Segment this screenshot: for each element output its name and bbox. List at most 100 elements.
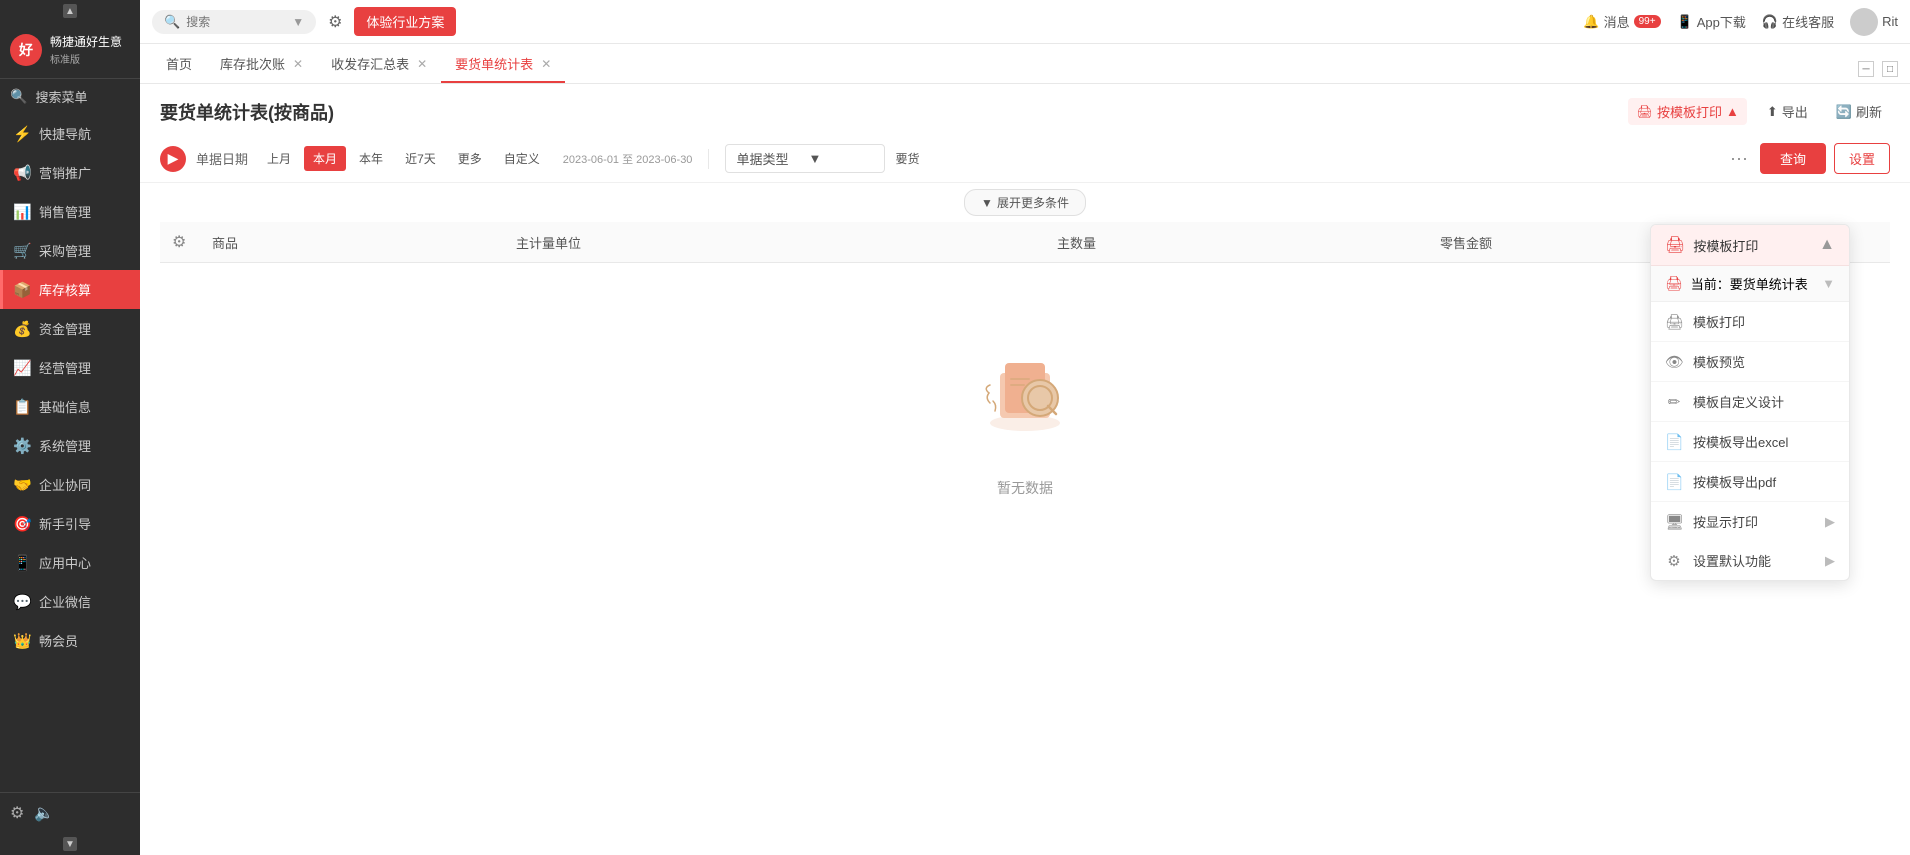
sidebar-label-operations: 经营管理 [39, 358, 91, 377]
topbar-search-input[interactable] [186, 15, 286, 29]
dropdown-item-label-template-print: 模板打印 [1693, 312, 1745, 331]
download-icon: 📱 [1677, 14, 1693, 30]
app-download-label: App下载 [1697, 12, 1746, 31]
tab-close-receipt-summary[interactable]: ✕ [417, 57, 427, 71]
sidebar-icon-finance: 💰 [13, 320, 31, 338]
filter-expand-arrow[interactable]: ▶ [160, 146, 186, 172]
dropdown-item-template-export-pdf[interactable]: 📄 按模板导出pdf [1651, 462, 1849, 502]
order-type-select[interactable]: 单据类型 ▼ [725, 144, 885, 173]
topbar-gear-icon[interactable]: ⚙ [328, 12, 342, 32]
sidebar-item-operations[interactable]: 📈 经营管理 [0, 348, 140, 387]
sidebar-item-quick-nav[interactable]: ⚡ 快捷导航 [0, 114, 140, 153]
sidebar-item-cooperation[interactable]: 🤝 企业协同 [0, 465, 140, 504]
tab-close-inventory-batch[interactable]: ✕ [293, 57, 303, 71]
window-maximize-button[interactable]: □ [1882, 61, 1898, 77]
col-quantity: 主数量 [1045, 222, 1428, 263]
sidebar-item-finance[interactable]: 💰 资金管理 [0, 309, 140, 348]
empty-icon [975, 343, 1075, 462]
dropdown-item-icon-template-print: 🖨 [1665, 313, 1683, 331]
print-dropdown-menu: 🖨 按模板打印 ▲ 🖨 当前：要货单统计表 ▼ 🖨 模板打印 👁 模板预览 ✏ … [1650, 224, 1850, 581]
required-filter-tag: 要货 [895, 150, 919, 167]
sidebar-scroll-down[interactable]: ▼ [63, 837, 77, 851]
dropdown-item-template-design[interactable]: ✏ 模板自定义设计 [1651, 382, 1849, 422]
date-btn-current-month[interactable]: 本月 [304, 146, 346, 171]
print-template-button[interactable]: 🖨 按模板打印 ▲ [1628, 98, 1746, 125]
volume-icon[interactable]: 🔈 [34, 803, 54, 823]
sidebar-label-basic-info: 基础信息 [39, 397, 91, 416]
app-name: 畅捷通好生意 [50, 34, 122, 51]
sidebar-item-sales[interactable]: 📊 销售管理 [0, 192, 140, 231]
dropdown-item-icon-template-design: ✏ [1665, 393, 1683, 411]
date-range-display: 2023-06-01 至 2023-06-30 [563, 151, 693, 167]
current-icon: 🖨 [1665, 275, 1683, 292]
app-download-button[interactable]: 📱 App下载 [1677, 12, 1746, 31]
tab-home[interactable]: 首页 [152, 46, 206, 83]
sidebar-label-member: 畅会员 [39, 631, 78, 650]
bell-icon: 🔔 [1583, 14, 1599, 30]
dropdown-item-template-preview[interactable]: 👁 模板预览 [1651, 342, 1849, 382]
date-btn-last7[interactable]: 近7天 [396, 146, 445, 171]
table-gear-icon[interactable]: ⚙ [172, 234, 186, 251]
date-btn-current-year[interactable]: 本年 [350, 146, 392, 171]
dropdown-item-icon-template-preview: 👁 [1665, 353, 1683, 371]
more-options-icon[interactable]: ··· [1726, 148, 1752, 169]
sidebar-scroll-up[interactable]: ▲ [63, 4, 77, 18]
sidebar-item-marketing[interactable]: 📢 营销推广 [0, 153, 140, 192]
refresh-button[interactable]: 🔄 刷新 [1828, 98, 1890, 125]
sidebar-item-guide[interactable]: 🎯 新手引导 [0, 504, 140, 543]
dropdown-item-template-export-excel[interactable]: 📄 按模板导出excel [1651, 422, 1849, 462]
topbar-search-box[interactable]: 🔍 ▼ [152, 10, 316, 34]
tab-receipt-summary[interactable]: 收发存汇总表 ✕ [317, 46, 441, 83]
window-controls: ─ □ [1858, 61, 1898, 83]
col-goods: 商品 [200, 222, 504, 263]
print-chevron-up: ▲ [1726, 104, 1739, 119]
sidebar-icon-inventory: 📦 [13, 281, 31, 299]
dropdown-item-default-func[interactable]: ⚙ 设置默认功能 ▶ [1651, 541, 1849, 580]
online-service-button[interactable]: 🎧 在线客服 [1762, 12, 1834, 31]
sidebar-label-inventory: 库存核算 [39, 280, 91, 299]
sidebar-item-system[interactable]: ⚙️ 系统管理 [0, 426, 140, 465]
dropdown-arrow: ▶ [1825, 553, 1835, 569]
dropdown-item-display-print[interactable]: 🖥 按显示打印 ▶ [1651, 502, 1849, 541]
query-button[interactable]: 查询 [1760, 143, 1826, 174]
sidebar-item-basic-info[interactable]: 📋 基础信息 [0, 387, 140, 426]
sidebar-label-purchase: 采购管理 [39, 241, 91, 260]
sidebar-bottom: ⚙ 🔈 [0, 792, 140, 833]
sidebar-item-wechat[interactable]: 💬 企业微信 [0, 582, 140, 621]
sidebar-item-inventory[interactable]: 📦 库存核算 [0, 270, 140, 309]
app-logo-icon: 好 [10, 34, 42, 66]
tab-label-order-stats: 要货单统计表 [455, 54, 533, 73]
expand-more-label: 展开更多条件 [997, 194, 1069, 211]
settings-icon[interactable]: ⚙ [10, 803, 24, 823]
sidebar-icon-quick-nav: ⚡ [13, 125, 31, 143]
tab-close-order-stats[interactable]: ✕ [541, 57, 551, 71]
notifications-button[interactable]: 🔔 消息 99+ [1583, 12, 1660, 31]
sidebar-item-member[interactable]: 👑 畅会员 [0, 621, 140, 660]
date-btn-more[interactable]: 更多 [449, 146, 491, 171]
col-unit: 主计量单位 [504, 222, 1045, 263]
dropdown-item-label-template-design: 模板自定义设计 [1693, 392, 1784, 411]
notifications-label: 消息 [1604, 12, 1630, 31]
expand-more-button[interactable]: ▼ 展开更多条件 [964, 189, 1086, 216]
settings-button[interactable]: 设置 [1834, 143, 1890, 174]
industry-solution-button[interactable]: 体验行业方案 [354, 7, 456, 36]
dropdown-items: 🖨 模板打印 👁 模板预览 ✏ 模板自定义设计 📄 按模板导出excel 📄 按… [1651, 302, 1849, 580]
dropdown-item-template-print[interactable]: 🖨 模板打印 [1651, 302, 1849, 342]
user-avatar-area[interactable]: Rit [1850, 8, 1898, 36]
notifications-badge: 99+ [1634, 15, 1661, 28]
tab-label-receipt-summary: 收发存汇总表 [331, 54, 409, 73]
sidebar-icon-wechat: 💬 [13, 593, 31, 611]
dropdown-close-button[interactable]: ▲ [1819, 236, 1835, 254]
sidebar-label-sales: 销售管理 [39, 202, 91, 221]
empty-state: 暂无数据 [140, 263, 1910, 558]
export-button[interactable]: ⬆ 导出 [1759, 98, 1816, 125]
window-minimize-button[interactable]: ─ [1858, 61, 1874, 77]
date-btn-custom[interactable]: 自定义 [495, 146, 549, 171]
tab-order-stats[interactable]: 要货单统计表 ✕ [441, 46, 565, 83]
expand-more-icon: ▼ [981, 196, 993, 210]
sidebar-item-app-center[interactable]: 📱 应用中心 [0, 543, 140, 582]
tab-inventory-batch[interactable]: 库存批次账✕ [206, 46, 317, 83]
date-btn-prev-month[interactable]: 上月 [258, 146, 300, 171]
sidebar-search[interactable]: 🔍 搜索菜单 [0, 79, 140, 114]
sidebar-item-purchase[interactable]: 🛒 采购管理 [0, 231, 140, 270]
